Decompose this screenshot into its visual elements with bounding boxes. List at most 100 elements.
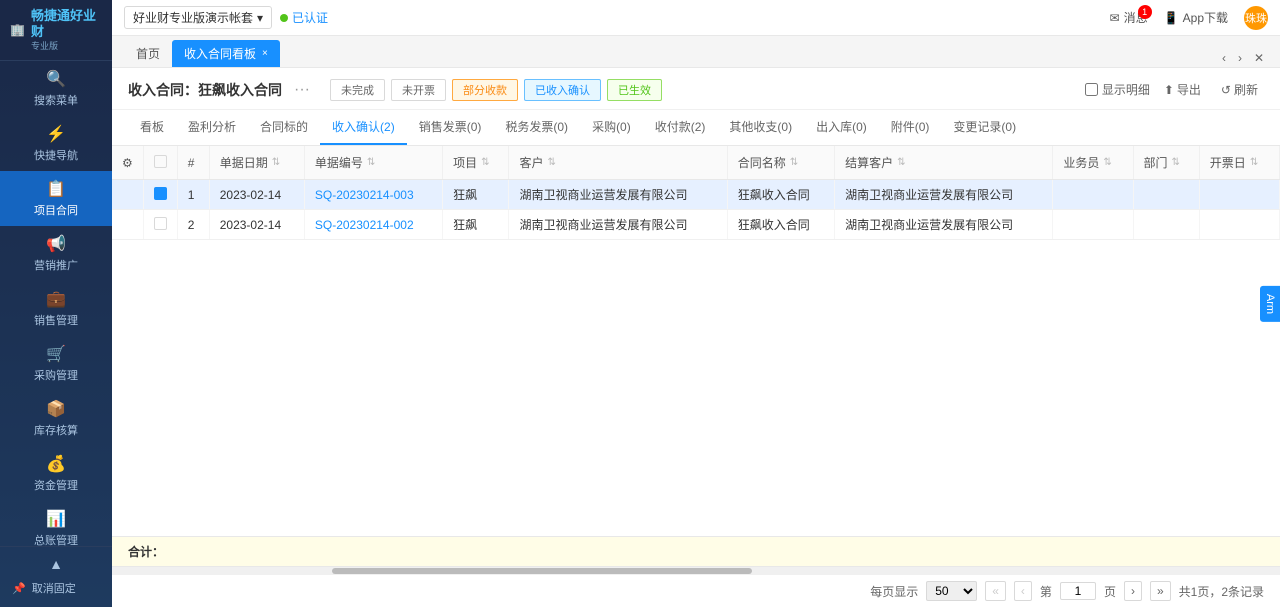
th-col-5[interactable]: 项目⇅ [443,146,509,180]
sidebar-icon: 💰 [46,454,66,474]
settings-icon[interactable]: ⚙ [122,156,133,170]
inner-tab-收付款(2)[interactable]: 收付款(2) [643,110,718,145]
first-page-btn[interactable]: « [985,581,1006,601]
col-sort-4[interactable]: 单据编号⇅ [315,154,432,171]
refresh-btn[interactable]: ↺ 刷新 [1215,78,1264,101]
cell-checkbox[interactable] [143,180,177,210]
sidebar-bottom[interactable]: ▲ 📌 取消固定 [0,546,112,607]
col-sort-7[interactable]: 合同名称⇅ [738,154,824,171]
sidebar-scroll-up[interactable]: ▲ [8,553,104,575]
sidebar-item-项目合同[interactable]: 📋项目合同 [0,171,112,226]
table-row[interactable]: 22023-02-14SQ-20230214-002狂飙湖南卫视商业运营发展有限… [112,210,1280,240]
app-download-btn[interactable]: 📱 App下载 [1164,9,1228,26]
th-num: # [177,146,209,180]
float-action-btn[interactable]: Arm [1260,285,1280,321]
row-checkbox[interactable] [154,217,167,230]
table-area[interactable]: ⚙#单据日期⇅单据编号⇅项目⇅客户⇅合同名称⇅结算客户⇅业务员⇅部门⇅开票日⇅ … [112,146,1280,536]
status-btn-未开票[interactable]: 未开票 [391,79,446,101]
th-col-4[interactable]: 单据编号⇅ [304,146,442,180]
active-tab[interactable]: 收入合同看板 × [172,40,280,67]
status-btn-未完成[interactable]: 未完成 [330,79,385,101]
th-col-8[interactable]: 结算客户⇅ [835,146,1053,180]
col-sort-10[interactable]: 部门⇅ [1144,154,1189,171]
status-btn-已收入确认[interactable]: 已收入确认 [524,79,601,101]
row-checkbox[interactable] [154,187,167,200]
tab-prev-btn[interactable]: ‹ [1218,49,1230,67]
col-sort-5[interactable]: 项目⇅ [453,154,498,171]
cell-bill-no[interactable]: SQ-20230214-003 [304,180,442,210]
th-col-11[interactable]: 开票日⇅ [1199,146,1279,180]
inner-tab-出入库(0)[interactable]: 出入库(0) [804,110,879,145]
th-col-9[interactable]: 业务员⇅ [1053,146,1133,180]
col-sort-11[interactable]: 开票日⇅ [1210,154,1269,171]
header-checkbox[interactable] [154,155,167,168]
company-selector[interactable]: 好业财专业版演示帐套 ▾ [124,6,272,29]
message-btn[interactable]: ✉ 1 消息 [1110,9,1148,26]
export-btn[interactable]: ⬆ 导出 [1158,78,1207,101]
page-size-select[interactable]: 2050100 [926,581,977,601]
next-page-btn[interactable]: › [1124,581,1142,601]
sidebar-item-快捷导航[interactable]: ⚡快捷导航 [0,116,112,171]
inner-tab-变更记录(0)[interactable]: 变更记录(0) [941,110,1028,145]
th-settings: ⚙ [112,146,143,180]
th-col-3[interactable]: 单据日期⇅ [209,146,304,180]
inner-tab-收入确认(2)[interactable]: 收入确认(2) [320,110,407,145]
tab-next-btn[interactable]: › [1234,49,1246,67]
logo-icon: 🏢 [10,23,25,37]
certified-badge: 已认证 [280,9,328,26]
show-detail-input[interactable] [1085,83,1098,96]
sidebar-nav: 🔍搜索菜单⚡快捷导航📋项目合同📢营销推广💼销售管理🛒采购管理📦库存核算💰资金管理… [0,61,112,546]
home-tab[interactable]: 首页 [124,40,172,67]
cell-bill-no[interactable]: SQ-20230214-002 [304,210,442,240]
inner-tab-看板[interactable]: 看板 [128,110,176,145]
sidebar-item-总账管理[interactable]: 📊总账管理 [0,501,112,546]
sidebar-item-搜索菜单[interactable]: 🔍搜索菜单 [0,61,112,116]
status-btn-已生效[interactable]: 已生效 [607,79,662,101]
inner-tab-采购(0)[interactable]: 采购(0) [580,110,643,145]
bill-no-link[interactable]: SQ-20230214-003 [315,188,414,202]
sidebar-item-销售管理[interactable]: 💼销售管理 [0,281,112,336]
prev-page-btn[interactable]: ‹ [1014,581,1032,601]
show-detail-checkbox[interactable]: 显示明细 [1085,81,1150,98]
last-page-btn[interactable]: » [1150,581,1171,601]
inner-tab-销售发票(0)[interactable]: 销售发票(0) [407,110,494,145]
sidebar-item-库存核算[interactable]: 📦库存核算 [0,391,112,446]
sort-icon-11: ⇅ [1250,157,1258,168]
sidebar-label: 总账管理 [34,532,78,546]
col-sort-8[interactable]: 结算客户⇅ [845,154,1042,171]
inner-tab-其他收支(0)[interactable]: 其他收支(0) [717,110,804,145]
inner-tab-附件(0)[interactable]: 附件(0) [879,110,942,145]
total-info: 共1页，2条记录 [1179,583,1264,600]
user-profile[interactable]: 珠珠 [1244,6,1268,30]
th-checkbox [143,146,177,180]
sidebar-item-营销推广[interactable]: 📢营销推广 [0,226,112,281]
th-col-6[interactable]: 客户⇅ [509,146,727,180]
inner-tabs: 看板盈利分析合同标的收入确认(2)销售发票(0)税务发票(0)采购(0)收付款(… [112,110,1280,146]
scroll-thumb[interactable] [332,568,752,574]
cell-num: 2 [177,210,209,240]
cell-customer: 湖南卫视商业运营发展有限公司 [509,180,727,210]
page-input[interactable] [1060,582,1096,600]
tab-close-icon[interactable]: × [262,48,268,59]
inner-tab-合同标的[interactable]: 合同标的 [248,110,320,145]
tab-close-all-btn[interactable]: ✕ [1250,49,1268,67]
col-sort-6[interactable]: 客户⇅ [519,154,716,171]
cell-checkbox[interactable] [143,210,177,240]
col-sort-3[interactable]: 单据日期⇅ [220,154,294,171]
sidebar-logo: 🏢 畅捷通好业财 专业版 [0,0,112,61]
inner-tab-税务发票(0)[interactable]: 税务发票(0) [493,110,580,145]
export-label: 导出 [1177,81,1201,98]
sidebar-item-资金管理[interactable]: 💰资金管理 [0,446,112,501]
scroll-track[interactable] [112,566,1280,574]
status-btn-部分收款[interactable]: 部分收款 [452,79,518,101]
inner-tab-盈利分析[interactable]: 盈利分析 [176,110,248,145]
th-col-7[interactable]: 合同名称⇅ [727,146,834,180]
th-col-10[interactable]: 部门⇅ [1133,146,1199,180]
pin-button[interactable]: 📌 取消固定 [8,575,104,601]
page-unit: 页 [1104,583,1116,600]
table-row[interactable]: 12023-02-14SQ-20230214-003狂飙湖南卫视商业运营发展有限… [112,180,1280,210]
col-sort-9[interactable]: 业务员⇅ [1063,154,1122,171]
contract-more-btn[interactable]: ··· [294,81,310,99]
sidebar-item-采购管理[interactable]: 🛒采购管理 [0,336,112,391]
bill-no-link[interactable]: SQ-20230214-002 [315,218,414,232]
